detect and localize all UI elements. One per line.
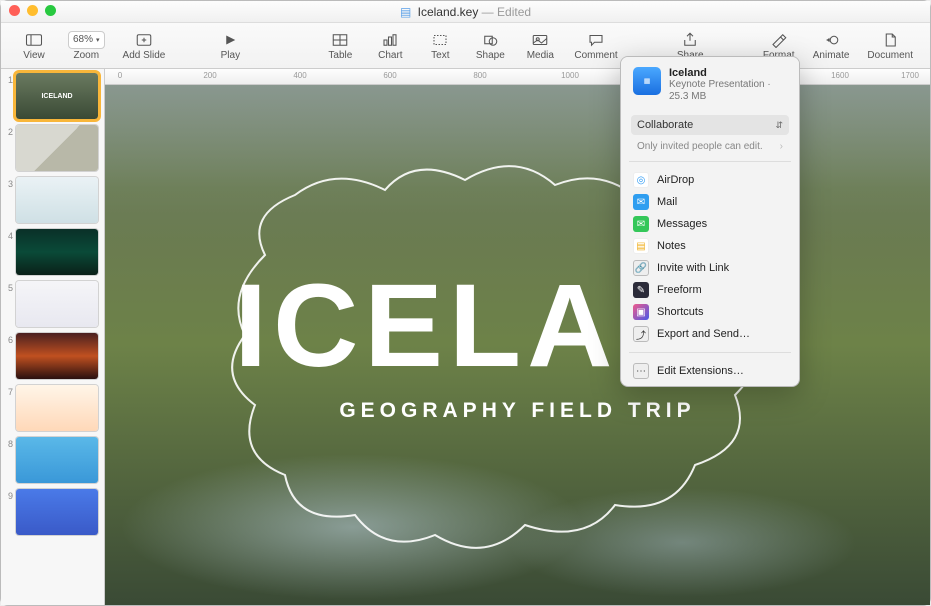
add-slide-button[interactable]: Add Slide bbox=[123, 31, 166, 61]
slide-content[interactable]: ICELAND GEOGRAPHY FIELD TRIP bbox=[105, 85, 930, 605]
popover-doc-meta: Keynote Presentation · 25.3 MB bbox=[669, 79, 787, 103]
updown-icon: ⇵ bbox=[775, 120, 783, 131]
table-button[interactable]: Table bbox=[324, 31, 356, 61]
share-option-airdrop[interactable]: ◎AirDrop bbox=[621, 169, 799, 191]
table-icon bbox=[329, 31, 351, 49]
notes-icon: ▤ bbox=[633, 238, 649, 254]
share-option-mail[interactable]: ✉Mail bbox=[621, 191, 799, 213]
document-icon bbox=[879, 31, 901, 49]
messages-icon: ✉ bbox=[633, 216, 649, 232]
share-popover: ▦ Iceland Keynote Presentation · 25.3 MB… bbox=[620, 56, 800, 387]
play-button[interactable]: Play bbox=[214, 31, 246, 61]
edit-extensions[interactable]: ⋯Edit Extensions… bbox=[621, 360, 799, 382]
close-button[interactable] bbox=[9, 5, 20, 16]
play-icon bbox=[219, 31, 241, 49]
shape-button[interactable]: Shape bbox=[474, 31, 506, 61]
maximize-button[interactable] bbox=[45, 5, 56, 16]
mail-icon: ✉ bbox=[633, 194, 649, 210]
window-titlebar: ▤ Iceland.key — Edited bbox=[1, 1, 930, 23]
popover-doc-title: Iceland bbox=[669, 67, 787, 79]
slide-thumb-6[interactable] bbox=[16, 333, 98, 379]
chart-button[interactable]: Chart bbox=[374, 31, 406, 61]
share-icon bbox=[679, 31, 701, 49]
slide-thumb-2[interactable] bbox=[16, 125, 98, 171]
slide-navigator[interactable]: 1ICELAND 2 3 4 5 6 7 8 9 bbox=[1, 69, 105, 605]
slide-canvas[interactable]: 0 200 400 600 800 1000 1200 1400 1600 17… bbox=[105, 69, 930, 605]
slide-thumb-4[interactable] bbox=[16, 229, 98, 275]
popover-header: ▦ Iceland Keynote Presentation · 25.3 MB bbox=[621, 57, 799, 111]
plus-icon bbox=[133, 31, 155, 49]
share-option-notes[interactable]: ▤Notes bbox=[621, 235, 799, 257]
slide-thumb-3[interactable] bbox=[16, 177, 98, 223]
slide-thumb-1[interactable]: ICELAND bbox=[16, 73, 98, 119]
slide-thumb-8[interactable] bbox=[16, 437, 98, 483]
share-option-export[interactable]: ⤴Export and Send… bbox=[621, 323, 799, 345]
export-icon: ⤴ bbox=[633, 326, 649, 342]
view-icon bbox=[23, 31, 45, 49]
share-option-shortcuts[interactable]: ▣Shortcuts bbox=[621, 301, 799, 323]
document-button[interactable]: Document bbox=[867, 31, 913, 61]
animate-button[interactable]: Animate bbox=[813, 31, 850, 61]
animate-icon bbox=[820, 31, 842, 49]
media-button[interactable]: Media bbox=[524, 31, 556, 61]
share-option-messages[interactable]: ✉Messages bbox=[621, 213, 799, 235]
share-option-freeform[interactable]: ✎Freeform bbox=[621, 279, 799, 301]
horizontal-ruler: 0 200 400 600 800 1000 1200 1400 1600 17… bbox=[105, 69, 930, 85]
chevron-right-icon: › bbox=[780, 141, 783, 152]
format-icon bbox=[768, 31, 790, 49]
media-icon bbox=[529, 31, 551, 49]
extensions-icon: ⋯ bbox=[633, 363, 649, 379]
collaborate-dropdown[interactable]: Collaborate ⇵ bbox=[631, 115, 789, 135]
window-controls bbox=[9, 5, 56, 16]
text-icon bbox=[429, 31, 451, 49]
text-button[interactable]: Text bbox=[424, 31, 456, 61]
shortcuts-icon: ▣ bbox=[633, 304, 649, 320]
shape-icon bbox=[479, 31, 501, 49]
slide-thumb-5[interactable] bbox=[16, 281, 98, 327]
chevron-down-icon: ▾ bbox=[96, 36, 100, 44]
collaborate-permissions[interactable]: Only invited people can edit. › bbox=[631, 137, 789, 155]
document-title: ▤ Iceland.key — Edited bbox=[400, 5, 531, 19]
share-option-invite-link[interactable]: 🔗Invite with Link bbox=[621, 257, 799, 279]
comment-icon bbox=[585, 31, 607, 49]
keynote-app-icon: ▦ bbox=[633, 67, 661, 95]
keynote-icon: ▤ bbox=[400, 5, 411, 19]
chart-icon bbox=[379, 31, 401, 49]
freeform-icon: ✎ bbox=[633, 282, 649, 298]
slide-thumb-9[interactable] bbox=[16, 489, 98, 535]
minimize-button[interactable] bbox=[27, 5, 38, 16]
view-button[interactable]: View bbox=[18, 31, 50, 61]
slide-thumb-7[interactable] bbox=[16, 385, 98, 431]
comment-button[interactable]: Comment bbox=[574, 31, 617, 61]
slide-subtitle[interactable]: GEOGRAPHY FIELD TRIP bbox=[339, 399, 695, 423]
zoom-control[interactable]: 68%▾ Zoom bbox=[68, 31, 105, 61]
link-icon: 🔗 bbox=[633, 260, 649, 276]
airdrop-icon: ◎ bbox=[633, 172, 649, 188]
